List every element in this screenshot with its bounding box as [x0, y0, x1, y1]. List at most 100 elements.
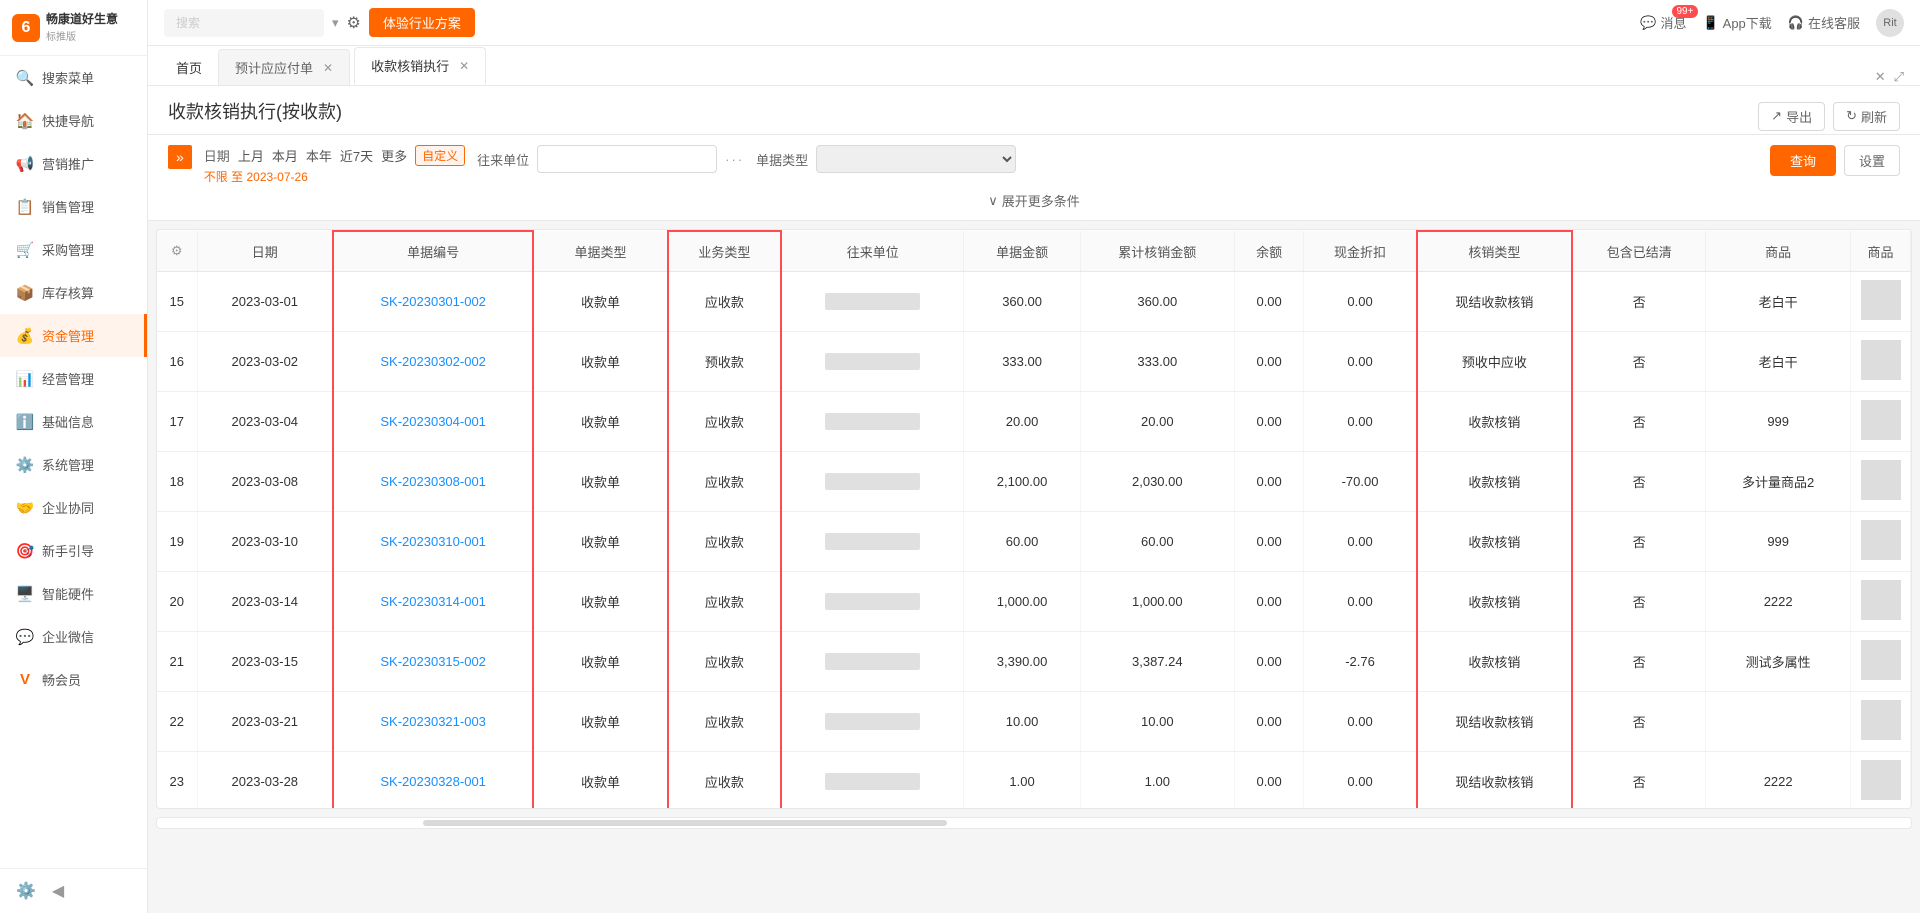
collapse-icon[interactable]: ◀ — [52, 881, 64, 901]
topbar-left: 搜索 ▾ ⚙ 体验行业方案 — [164, 8, 1624, 37]
cell-doc-no: SK-20230302-002 — [333, 332, 533, 392]
cell-doc-no: SK-20230308-001 — [333, 452, 533, 512]
sidebar-item-inventory[interactable]: 📦 库存核算 — [0, 271, 147, 314]
sidebar-item-finance[interactable]: 💰 资金管理 — [0, 314, 147, 357]
cell-doc-amount: 1,000.00 — [964, 572, 1081, 632]
expand-filter-label[interactable]: ∨ 展开更多条件 — [988, 191, 1080, 210]
table-row[interactable]: 21 2023-03-15 SK-20230315-002 收款单 应收款 ██… — [157, 632, 1911, 692]
table-row[interactable]: 19 2023-03-10 SK-20230310-001 收款单 应收款 ██… — [157, 512, 1911, 572]
member-icon: V — [16, 671, 34, 689]
date-opt-this-year[interactable]: 本年 — [306, 146, 332, 165]
sidebar-item-marketing[interactable]: 📢 营销推广 — [0, 142, 147, 185]
doc-no-link[interactable]: SK-20230315-002 — [380, 654, 486, 669]
sidebar-item-system[interactable]: ⚙️ 系统管理 — [0, 443, 147, 486]
table-row[interactable]: 22 2023-03-21 SK-20230321-003 收款单 应收款 ██… — [157, 692, 1911, 752]
topbar-search[interactable]: 搜索 — [164, 9, 324, 37]
settings-footer-icon[interactable]: ⚙️ — [16, 881, 36, 901]
date-opt-custom[interactable]: 自定义 — [415, 145, 465, 166]
cell-writeoff-type: 预收中应收 — [1417, 332, 1573, 392]
sidebar-item-sales[interactable]: 📋 销售管理 — [0, 185, 147, 228]
sidebar-footer: ⚙️ ◀ — [0, 868, 147, 913]
cell-product: 2222 — [1706, 572, 1851, 632]
doc-no-link[interactable]: SK-20230301-002 — [380, 294, 486, 309]
logo-sub: 标推版 — [46, 28, 118, 43]
doc-no-link[interactable]: SK-20230308-001 — [380, 474, 486, 489]
maximize-icon[interactable]: ⤢ — [1894, 69, 1904, 85]
cell-doc-no: SK-20230310-001 — [333, 512, 533, 572]
cell-cash-discount: 0.00 — [1304, 752, 1417, 810]
cell-date: 2023-03-10 — [197, 512, 333, 572]
sidebar-item-guide[interactable]: 🎯 新手引导 — [0, 529, 147, 572]
table-settings-icon[interactable]: ⚙ — [171, 243, 183, 258]
cell-seq: 21 — [157, 632, 197, 692]
date-opt-7days[interactable]: 近7天 — [340, 146, 373, 165]
search-placeholder: 搜索 — [176, 14, 200, 31]
doc-no-link[interactable]: SK-20230310-001 — [380, 534, 486, 549]
table-row[interactable]: 16 2023-03-02 SK-20230302-002 收款单 预收款 ██… — [157, 332, 1911, 392]
doc-no-link[interactable]: SK-20230302-002 — [380, 354, 486, 369]
sidebar-item-search[interactable]: 🔍 搜索菜单 — [0, 56, 147, 99]
notification-area[interactable]: 💬 消息 99+ — [1640, 13, 1686, 32]
cell-writeoff-amount: 3,387.24 — [1080, 632, 1234, 692]
cell-date: 2023-03-15 — [197, 632, 333, 692]
doc-no-link[interactable]: SK-20230328-001 — [380, 774, 486, 789]
sidebar-item-purchase[interactable]: 🛒 采购管理 — [0, 228, 147, 271]
table-scroll-container[interactable]: ⚙ 日期 单据编号 单据类型 业务类型 往来单位 单据金额 累计核销金额 余额 … — [156, 229, 1912, 809]
date-opt-more[interactable]: 更多 — [381, 146, 407, 165]
filter-toggle-button[interactable]: » — [168, 145, 192, 169]
table-row[interactable]: 20 2023-03-14 SK-20230314-001 收款单 应收款 ██… — [157, 572, 1911, 632]
industry-solution-button[interactable]: 体验行业方案 — [369, 8, 475, 37]
cell-seq: 23 — [157, 752, 197, 810]
cell-product2 — [1851, 572, 1911, 632]
cell-balance: 0.00 — [1234, 392, 1304, 452]
sidebar-item-wechat[interactable]: 💬 企业微信 — [0, 615, 147, 658]
tab-writeoff-close-icon[interactable]: ✕ — [459, 59, 469, 73]
cell-doc-amount: 1.00 — [964, 752, 1081, 810]
counterparty-filter-group: 往来单位 ··· — [477, 145, 744, 173]
setting-button[interactable]: 设置 — [1844, 145, 1900, 176]
cell-balance: 0.00 — [1234, 272, 1304, 332]
sidebar-item-member[interactable]: V 畅会员 — [0, 658, 147, 701]
notification-icon: 💬 — [1640, 15, 1656, 31]
doc-no-link[interactable]: SK-20230304-001 — [380, 414, 486, 429]
scrollbar-thumb[interactable] — [423, 820, 947, 826]
table-row[interactable]: 17 2023-03-04 SK-20230304-001 收款单 应收款 ██… — [157, 392, 1911, 452]
col-settings-header[interactable]: ⚙ — [157, 231, 197, 272]
table-row[interactable]: 15 2023-03-01 SK-20230301-002 收款单 应收款 ██… — [157, 272, 1911, 332]
doc-no-link[interactable]: SK-20230321-003 — [380, 714, 486, 729]
topbar: 搜索 ▾ ⚙ 体验行业方案 💬 消息 99+ 📱 App下载 🎧 在线客服 Ri… — [148, 0, 1920, 46]
cell-product: 测试多属性 — [1706, 632, 1851, 692]
query-button[interactable]: 查询 — [1770, 145, 1836, 176]
sidebar-item-operation[interactable]: 📊 经营管理 — [0, 357, 147, 400]
date-opt-last-month[interactable]: 上月 — [238, 146, 264, 165]
user-avatar[interactable]: Rit — [1876, 9, 1904, 37]
cell-doc-amount: 2,100.00 — [964, 452, 1081, 512]
sidebar-item-basic[interactable]: ℹ️ 基础信息 — [0, 400, 147, 443]
doc-type-select[interactable] — [816, 145, 1016, 173]
tab-close-icon[interactable]: ✕ — [323, 61, 333, 75]
table-row[interactable]: 23 2023-03-28 SK-20230328-001 收款单 应收款 ██… — [157, 752, 1911, 810]
cell-writeoff-amount: 60.00 — [1080, 512, 1234, 572]
app-download-area[interactable]: 📱 App下载 — [1702, 13, 1771, 32]
cell-include-settled: 否 — [1572, 692, 1706, 752]
tab-home[interactable]: 首页 — [164, 50, 214, 85]
tab-payable[interactable]: 预计应应付单 ✕ — [218, 49, 350, 85]
gear-icon[interactable]: ⚙ — [347, 13, 361, 33]
horizontal-scrollbar[interactable] — [156, 817, 1912, 829]
counterparty-input[interactable] — [537, 145, 717, 173]
sidebar-item-shortcut[interactable]: 🏠 快捷导航 — [0, 99, 147, 142]
expand-filter-area[interactable]: ∨ 展开更多条件 — [168, 191, 1900, 210]
cell-balance: 0.00 — [1234, 332, 1304, 392]
refresh-button[interactable]: ↻ 刷新 — [1833, 102, 1900, 131]
online-service-area[interactable]: 🎧 在线客服 — [1788, 13, 1860, 32]
sidebar-item-hardware[interactable]: 🖥️ 智能硬件 — [0, 572, 147, 615]
doc-no-link[interactable]: SK-20230314-001 — [380, 594, 486, 609]
sidebar-item-enterprise[interactable]: 🤝 企业协同 — [0, 486, 147, 529]
dropdown-arrow-icon[interactable]: ▾ — [332, 15, 339, 31]
table-row[interactable]: 18 2023-03-08 SK-20230308-001 收款单 应收款 ██… — [157, 452, 1911, 512]
close-tab-icon[interactable]: ✕ — [1875, 69, 1886, 85]
export-button[interactable]: ↗ 导出 — [1758, 102, 1825, 131]
sidebar-item-label: 销售管理 — [42, 197, 94, 216]
date-opt-this-month[interactable]: 本月 — [272, 146, 298, 165]
tab-writeoff[interactable]: 收款核销执行 ✕ — [354, 47, 486, 85]
